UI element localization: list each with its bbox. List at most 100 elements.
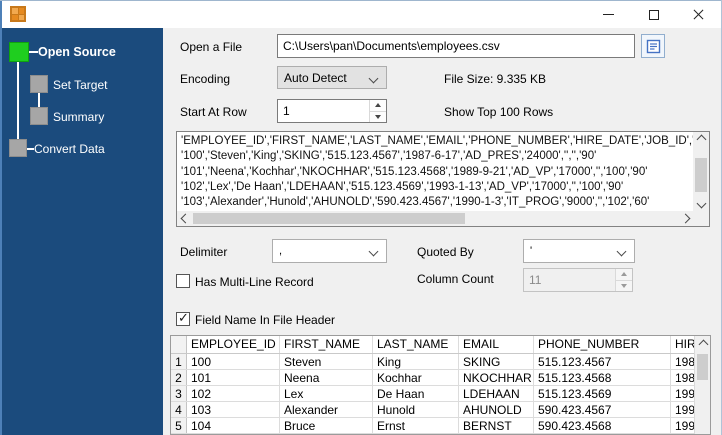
grid-cell: 1991-5-21 [675,419,694,433]
raw-preview-box[interactable]: 'EMPLOYEE_ID','FIRST_NAME','LAST_NAME','… [176,131,710,227]
grid-cell: 104 [187,418,280,433]
delimiter-select[interactable]: , [272,239,387,263]
caption-buttons [586,1,721,28]
chevron-right-icon [680,213,690,224]
spin-down-button [616,279,632,291]
app-window: Open Source Set Target Summary Convert D… [0,0,722,435]
triangle-up-icon [375,103,381,108]
window-border-left [0,0,2,435]
grid-cell: LDEHAAN [459,386,534,401]
preview-horizontal-scrollbar[interactable] [177,211,693,226]
step-marker-open-source [9,42,29,62]
preview-line: '100','Steven','King','SKING','515.123.4… [181,150,597,163]
start-at-row-value: 1 [283,104,290,118]
triangle-down-icon [375,114,381,119]
grid-header-cell[interactable]: FIRST_NAME [280,336,373,353]
grid-cell: De Haan [373,386,459,401]
step-marker-convert-data [9,139,27,157]
column-count-value: 11 [529,273,542,287]
grid-header-cell[interactable]: HIRE_DATE [671,336,694,353]
grid-cell: 1993-1-13 [675,387,694,401]
grid-cell: BERNST [459,418,534,433]
window-border-top [0,0,722,1]
scroll-up-button[interactable] [693,132,709,147]
grid-cell: Steven [280,354,373,369]
open-file-input[interactable] [277,34,635,58]
title-bar[interactable] [0,0,722,28]
sidebar-item-convert-data[interactable]: Convert Data [34,142,105,156]
table-row[interactable]: 1 100 Steven King SKING 515.123.4567 198… [171,354,694,370]
spin-up-button[interactable] [370,100,386,111]
chevron-down-icon [368,246,379,257]
grid-cell: SKING [459,354,534,369]
start-at-row-stepper[interactable]: 1 [277,99,387,123]
grid-cell: 103 [187,402,280,417]
scrollbar-thumb[interactable] [697,354,708,380]
maximize-button[interactable] [631,1,676,28]
grid-cell: Ernst [373,418,459,433]
grid-header-cell[interactable]: LAST_NAME [373,336,459,353]
grid-row-number: 4 [171,402,187,417]
table-row[interactable]: 3 102 Lex De Haan LDEHAAN 515.123.4569 1… [171,386,694,402]
grid-cell: 515.123.4567 [534,354,671,369]
encoding-select[interactable]: Auto Detect [277,66,387,89]
spin-down-button[interactable] [370,110,386,122]
grid-cell: Hunold [373,402,459,417]
grid-cell: 515.123.4568 [534,370,671,385]
sidebar-item-open-source[interactable]: Open Source [38,45,116,59]
step-connector-vertical-short [38,93,40,108]
grid-header-cell[interactable]: PHONE_NUMBER [534,336,671,353]
close-button[interactable] [676,1,721,28]
quoted-by-select[interactable]: ' [523,239,635,263]
table-row[interactable]: 5 104 Bruce Ernst BERNST 590.423.4568 19… [171,418,694,434]
grid-cell: Neena [280,370,373,385]
grid-header-row: EMPLOYEE_ID FIRST_NAME LAST_NAME EMAIL P… [171,336,694,354]
multi-line-checkbox[interactable] [176,274,190,288]
field-name-header-checkbox[interactable]: ✓ [176,310,190,326]
table-row[interactable]: 4 103 Alexander Hunold AHUNOLD 590.423.4… [171,402,694,418]
spin-up-button [616,269,632,280]
scroll-right-button[interactable] [677,211,693,226]
step-connector-vertical [17,62,19,140]
open-file-label: Open a File [180,40,243,54]
grid-cell: 101 [187,370,280,385]
grid-cell: King [373,354,459,369]
wizard-sidebar: Open Source Set Target Summary Convert D… [0,28,163,435]
scrollbar-thumb[interactable] [695,158,707,192]
grid-cell: NKOCHHAR [459,370,534,385]
check-mark-icon: ✓ [178,310,189,325]
step-marker-summary [30,107,48,125]
chevron-left-icon [180,213,190,224]
grid-corner-cell [171,336,187,353]
field-name-header-label: Field Name In File Header [195,313,336,327]
spinner-buttons [615,269,632,291]
encoding-label: Encoding [180,72,231,86]
scrollbar-thumb[interactable] [193,213,465,224]
preview-line: '102','Lex','De Haan','LDEHAAN','515.123… [181,180,624,193]
grid-header-cell[interactable]: EMAIL [459,336,534,353]
data-preview-grid[interactable]: EMPLOYEE_ID FIRST_NAME LAST_NAME EMAIL P… [170,335,711,435]
grid-cell: Lex [280,386,373,401]
browse-file-button[interactable] [641,34,665,58]
encoding-value: Auto Detect [284,70,347,85]
scrollbar-corner [693,211,709,226]
scroll-up-button[interactable] [695,337,710,352]
sidebar-item-set-target[interactable]: Set Target [53,78,107,92]
raw-preview-text: 'EMPLOYEE_ID','FIRST_NAME','LAST_NAME','… [177,132,693,211]
grid-header-cell[interactable]: EMPLOYEE_ID [187,336,280,353]
table-row[interactable]: 2 101 Neena Kochhar NKOCHHAR 515.123.456… [171,370,694,386]
app-icon [10,6,26,22]
preview-vertical-scrollbar[interactable] [693,132,709,211]
grid-cell: 1989-9-21 [675,371,694,385]
scroll-left-button[interactable] [177,211,193,226]
step-connector-horizontal-2 [27,148,34,150]
delimiter-value: , [279,245,283,257]
grid-vertical-scrollbar[interactable] [694,336,710,434]
scroll-down-button[interactable] [693,196,709,211]
minimize-button[interactable] [586,1,631,28]
start-at-row-label: Start At Row [180,105,247,119]
sidebar-item-summary[interactable]: Summary [53,110,104,124]
chevron-down-icon [696,198,706,209]
preview-line: '103','Alexander','Hunold','AHUNOLD','59… [181,196,650,209]
triangle-up-icon [621,272,627,277]
